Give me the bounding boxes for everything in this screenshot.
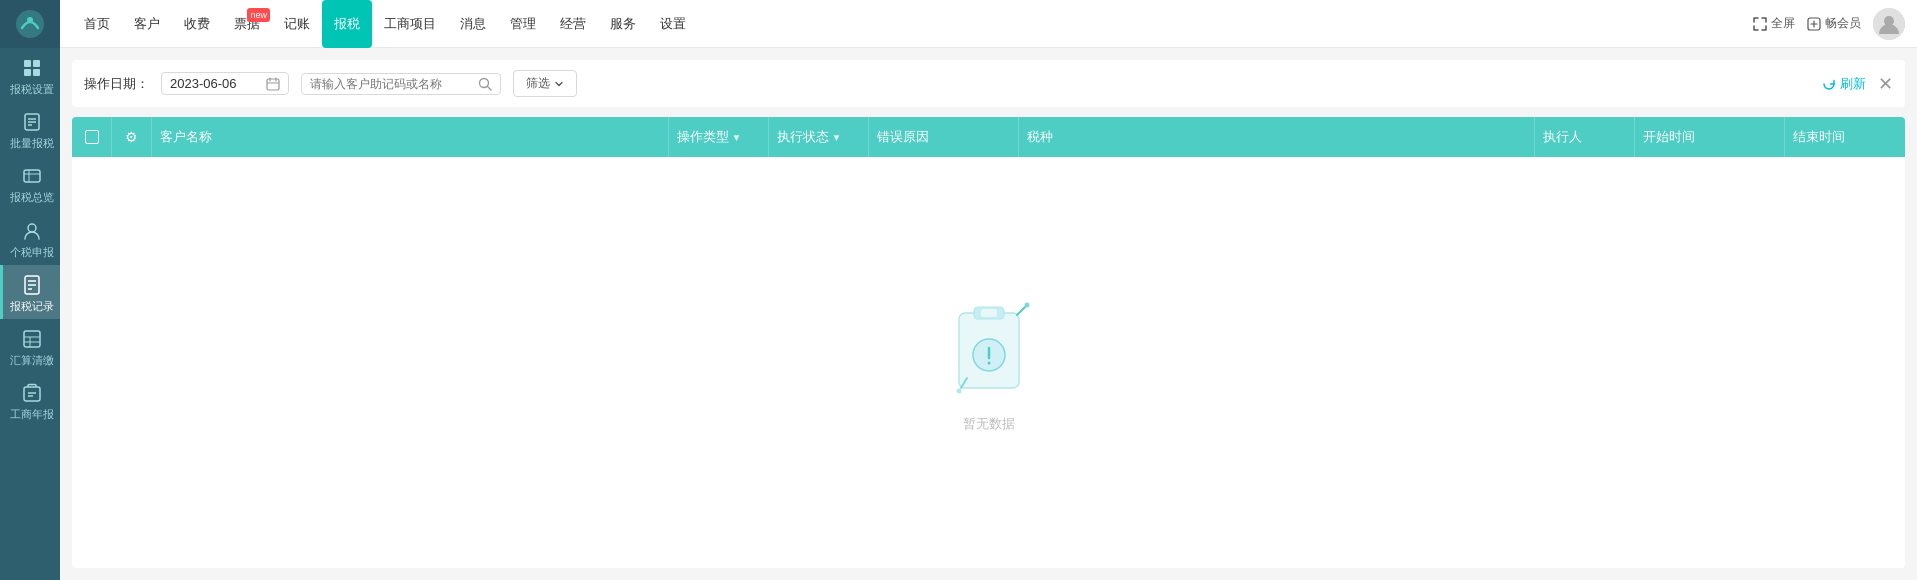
member-btn[interactable]: 畅会员	[1807, 15, 1861, 32]
empty-state: 暂无数据	[939, 293, 1039, 433]
svg-point-43	[1024, 302, 1029, 307]
sidebar-item-settlement-label: 汇算清缴	[10, 354, 54, 367]
nav-business[interactable]: 工商项目	[372, 0, 448, 48]
nav-management[interactable]: 管理	[498, 0, 548, 48]
svg-rect-2	[24, 60, 31, 67]
search-input[interactable]	[310, 77, 472, 91]
svg-point-13	[28, 224, 36, 232]
sidebar-item-batch-tax-label: 批量报税	[10, 137, 54, 150]
svg-line-42	[1017, 307, 1025, 315]
th-executor: 执行人	[1535, 117, 1635, 157]
nav-operations[interactable]: 经营	[548, 0, 598, 48]
nav-message[interactable]: 消息	[448, 0, 498, 48]
tax-records-icon	[20, 273, 44, 297]
svg-rect-18	[24, 331, 40, 347]
sidebar-item-personal-tax-label: 个税申报	[10, 246, 54, 259]
fullscreen-icon	[1753, 17, 1767, 31]
th-checkbox[interactable]	[72, 117, 112, 157]
th-end-time: 结束时间	[1785, 117, 1905, 157]
date-input[interactable]	[170, 76, 260, 91]
main-area: 首页 客户 收费 票据 new 记账 报税 工商项目 消息 管理 经营	[60, 0, 1917, 580]
sort-execution-status-icon: ▼	[832, 132, 842, 143]
sidebar-item-batch-tax[interactable]: 批量报税	[0, 102, 60, 156]
sort-operation-type-icon: ▼	[732, 132, 742, 143]
nav-billing[interactable]: 收费	[172, 0, 222, 48]
toolbar: 操作日期：	[72, 60, 1905, 107]
th-customer-name: 客户名称	[152, 117, 669, 157]
th-execution-status[interactable]: 执行状态 ▼	[769, 117, 869, 157]
sidebar-item-tax-overview-label: 报税总览	[10, 191, 54, 204]
th-settings[interactable]: ⚙	[112, 117, 152, 157]
svg-rect-4	[24, 69, 31, 76]
tax-overview-icon	[20, 164, 44, 188]
settings-icon[interactable]: ⚙	[125, 129, 138, 145]
th-operation-type[interactable]: 操作类型 ▼	[669, 117, 769, 157]
topnav-right: 全屏 畅会员	[1753, 8, 1905, 40]
sidebar-item-tax-records[interactable]: 报税记录	[0, 265, 60, 319]
batch-tax-icon	[20, 110, 44, 134]
nav-tax[interactable]: 报税	[322, 0, 372, 48]
svg-line-33	[488, 86, 492, 90]
toolbar-right: 刷新 ✕	[1822, 75, 1893, 93]
close-button[interactable]: ✕	[1878, 75, 1893, 93]
sidebar-logo	[0, 0, 60, 48]
nav-accounting[interactable]: 记账	[272, 0, 322, 48]
svg-point-39	[987, 361, 990, 364]
svg-rect-36	[981, 309, 997, 317]
th-error-reason: 错误原因	[869, 117, 1019, 157]
sidebar-item-personal-tax[interactable]: 个税申报	[0, 211, 60, 265]
th-start-time: 开始时间	[1635, 117, 1785, 157]
new-badge: new	[247, 8, 270, 22]
nav-services[interactable]: 服务	[598, 0, 648, 48]
svg-rect-10	[24, 170, 40, 182]
sidebar-item-annual-report[interactable]: 工商年报	[0, 373, 60, 427]
date-label: 操作日期：	[84, 75, 149, 93]
sidebar-item-tax-records-label: 报税记录	[10, 300, 54, 313]
page-content: 操作日期：	[60, 48, 1917, 580]
svg-point-0	[16, 10, 44, 38]
svg-point-1	[27, 17, 33, 23]
chevron-down-icon	[554, 79, 564, 89]
svg-rect-28	[267, 79, 279, 90]
table-header: ⚙ 客户名称 操作类型 ▼ 执行状态 ▼ 错误原因	[72, 117, 1905, 157]
nav-customer[interactable]: 客户	[122, 0, 172, 48]
select-all-checkbox[interactable]	[85, 130, 99, 144]
empty-text: 暂无数据	[963, 415, 1015, 433]
sidebar-item-tax-settings-label: 报税设置	[10, 83, 54, 96]
svg-rect-5	[33, 69, 40, 76]
user-avatar[interactable]	[1873, 8, 1905, 40]
nav-settings[interactable]: 设置	[648, 0, 698, 48]
refresh-icon	[1822, 77, 1836, 91]
fullscreen-btn[interactable]: 全屏	[1753, 15, 1795, 32]
topnav: 首页 客户 收费 票据 new 记账 报税 工商项目 消息 管理 经营	[60, 0, 1917, 48]
sidebar-item-annual-report-label: 工商年报	[10, 408, 54, 421]
svg-rect-3	[33, 60, 40, 67]
search-icon	[478, 77, 492, 91]
tax-settings-icon	[20, 56, 44, 80]
personal-tax-icon	[20, 219, 44, 243]
svg-rect-22	[24, 387, 40, 401]
refresh-button[interactable]: 刷新	[1822, 75, 1866, 93]
annual-report-icon	[20, 381, 44, 405]
content: 操作日期：	[60, 48, 1917, 580]
table: ⚙ 客户名称 操作类型 ▼ 执行状态 ▼ 错误原因	[72, 117, 1905, 568]
nav-invoice[interactable]: 票据 new	[222, 0, 272, 48]
sidebar: 报税设置 批量报税 报税总览	[0, 0, 60, 580]
search-wrap[interactable]	[301, 73, 501, 95]
sidebar-item-tax-settings[interactable]: 报税设置	[0, 48, 60, 102]
calendar-icon	[266, 77, 280, 91]
svg-point-41	[956, 388, 961, 393]
member-icon	[1807, 17, 1821, 31]
settlement-icon	[20, 327, 44, 351]
sidebar-item-tax-overview[interactable]: 报税总览	[0, 156, 60, 210]
date-input-wrap[interactable]	[161, 72, 289, 95]
empty-illustration	[939, 293, 1039, 403]
th-tax-type: 税种	[1019, 117, 1536, 157]
table-body: 暂无数据	[72, 157, 1905, 568]
sidebar-item-settlement[interactable]: 汇算清缴	[0, 319, 60, 373]
nav-home[interactable]: 首页	[72, 0, 122, 48]
filter-button[interactable]: 筛选	[513, 70, 577, 97]
